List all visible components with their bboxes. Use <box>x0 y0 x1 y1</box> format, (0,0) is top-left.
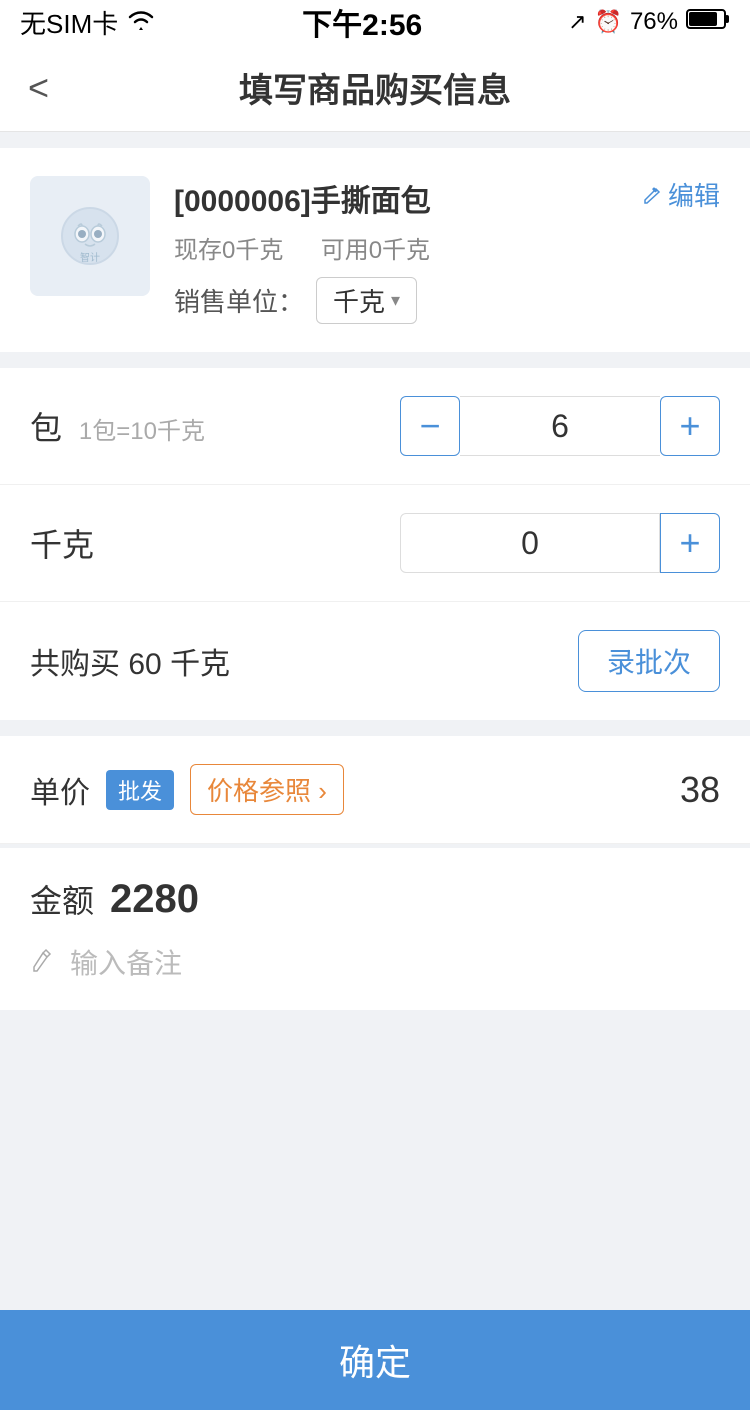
confirm-button[interactable]: 确定 <box>0 1310 750 1410</box>
product-card: 智计 [0000006]手撕面包 编辑 现存0千克 可用0千克 <box>0 148 750 352</box>
unit-select[interactable]: 千克 ▾ <box>316 277 417 324</box>
unit-value: 千克 <box>333 282 385 319</box>
price-ref-button[interactable]: 价格参照 › <box>190 764 344 815</box>
package-label: 包 1包=10千克 <box>30 403 380 449</box>
available-text: 可用0千克 <box>321 237 430 264</box>
amount-row: 金额 2280 <box>30 876 720 922</box>
location-icon: ↗ <box>568 9 586 35</box>
carrier-text: 无SIM卡 <box>20 4 118 41</box>
product-unit-row: 销售单位： 千克 ▾ <box>174 277 720 324</box>
back-button[interactable]: < <box>28 65 49 110</box>
alarm-icon: ⏰ <box>595 9 622 35</box>
remark-row[interactable]: 输入备注 <box>30 942 720 982</box>
back-icon: < <box>28 67 49 108</box>
package-sublabel: 1包=10千克 <box>79 418 205 445</box>
status-right: ↗ ⏰ 76% <box>568 8 730 37</box>
total-label: 共购买 <box>30 648 120 681</box>
nav-bar: < 填写商品购买信息 <box>0 44 750 132</box>
total-row: 共购买 60 千克 录批次 <box>0 602 750 720</box>
package-plus-button[interactable]: + <box>660 396 720 456</box>
total-amount: 60 <box>128 648 161 681</box>
wifi-icon <box>126 7 156 38</box>
kg-plus-button[interactable]: + <box>660 513 720 573</box>
content-area: 智计 [0000006]手撕面包 编辑 现存0千克 可用0千克 <box>0 132 750 1310</box>
package-input-row: 包 1包=10千克 − + <box>0 368 750 485</box>
dropdown-icon: ▾ <box>391 290 400 311</box>
product-thumbnail-icon: 智计 <box>60 206 120 266</box>
svg-text:智计: 智计 <box>80 251 100 264</box>
package-input-section: 包 1包=10千克 − + 千克 + <box>0 368 750 602</box>
empty-space <box>0 1010 750 1310</box>
product-info: [0000006]手撕面包 编辑 现存0千克 可用0千克 销售单位： 千克 <box>174 176 720 324</box>
total-unit: 千克 <box>170 648 230 681</box>
kg-label: 千克 <box>30 520 380 566</box>
total-text: 共购买 60 千克 <box>30 639 230 683</box>
price-badge: 批发 <box>106 770 174 810</box>
page-title: 填写商品购买信息 <box>239 63 511 112</box>
product-title-row: [0000006]手撕面包 编辑 <box>174 176 720 220</box>
price-row: 单价 批发 价格参照 › 38 <box>0 736 750 844</box>
confirm-button-label: 确定 <box>339 1334 411 1386</box>
product-stock: 现存0千克 可用0千克 <box>174 230 720 265</box>
stock-text: 现存0千克 <box>174 237 283 264</box>
kg-quantity-input[interactable] <box>400 513 660 573</box>
kg-quantity-control: + <box>400 513 720 573</box>
price-value: 38 <box>680 769 720 811</box>
divider-1 <box>0 352 750 368</box>
amount-section: 金额 2280 输入备注 <box>0 848 750 1010</box>
pencil-icon <box>30 945 58 980</box>
status-bar: 无SIM卡 下午2:56 ↗ ⏰ 76% <box>0 0 750 44</box>
kg-input-row: 千克 + <box>0 485 750 602</box>
package-quantity-input[interactable] <box>460 396 660 456</box>
edit-label: 编辑 <box>668 176 720 213</box>
remark-placeholder[interactable]: 输入备注 <box>70 942 182 982</box>
price-label: 单价 <box>30 768 90 812</box>
edit-button[interactable]: 编辑 <box>642 176 720 213</box>
status-time: 下午2:56 <box>302 0 422 44</box>
package-label-text: 包 <box>30 410 62 446</box>
amount-value: 2280 <box>110 877 199 922</box>
product-full-name: [0000006]手撕面包 <box>174 176 642 220</box>
battery-icon <box>686 8 730 37</box>
package-quantity-control: − + <box>400 396 720 456</box>
package-minus-button[interactable]: − <box>400 396 460 456</box>
amount-label: 金额 <box>30 876 94 922</box>
batch-button[interactable]: 录批次 <box>578 630 720 692</box>
divider-2 <box>0 720 750 736</box>
status-carrier: 无SIM卡 <box>20 4 156 41</box>
edit-icon <box>642 184 664 206</box>
battery-text: 76% <box>630 8 678 36</box>
product-image: 智计 <box>30 176 150 296</box>
unit-label: 销售单位： <box>174 282 304 319</box>
